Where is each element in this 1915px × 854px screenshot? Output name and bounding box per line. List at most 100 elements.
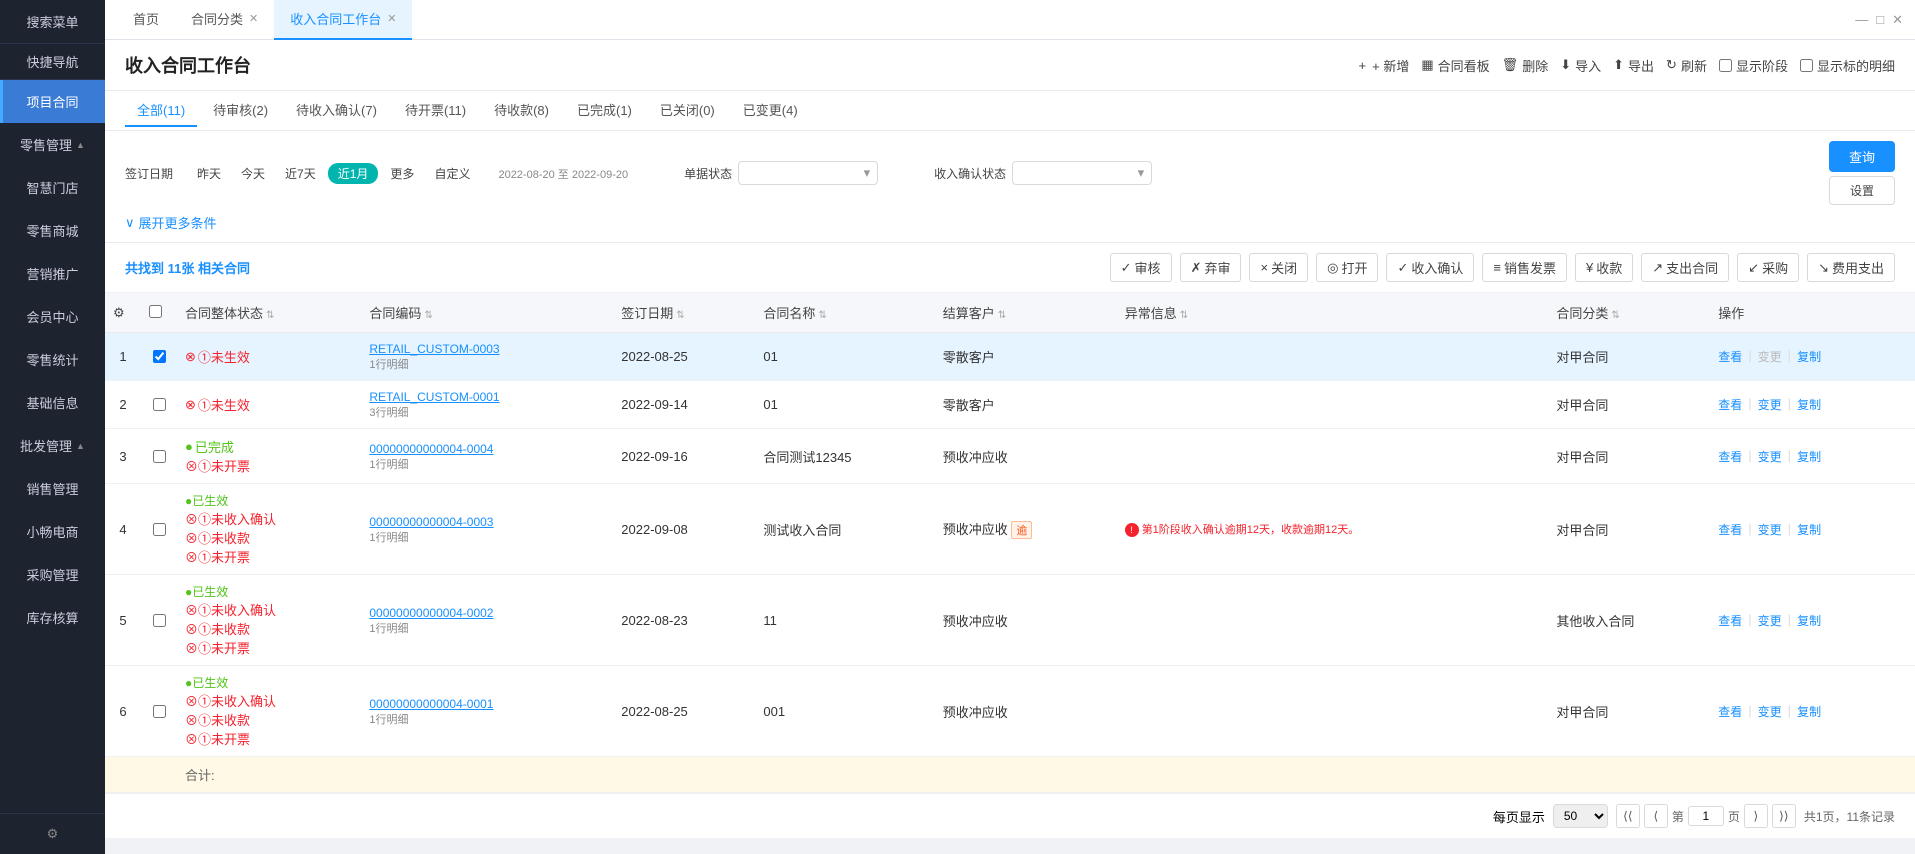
doc-status-select[interactable]	[738, 161, 878, 185]
tab-home[interactable]: 首页	[117, 0, 175, 40]
sub-tab-pending-invoice[interactable]: 待开票(11)	[393, 94, 478, 127]
sidebar-item-smart-store[interactable]: 智慧门店	[0, 166, 105, 209]
op-复制[interactable]: 复制	[1797, 396, 1821, 413]
col-customer[interactable]: 结算客户⇅	[935, 293, 1117, 333]
date-btn-last1month[interactable]: 近1月	[328, 163, 379, 184]
col-status[interactable]: 合同整体状态⇅	[177, 293, 361, 333]
op-复制[interactable]: 复制	[1797, 448, 1821, 465]
action-income-confirm[interactable]: ✓ 收入确认	[1386, 253, 1474, 282]
sidebar-search[interactable]: 搜索菜单	[0, 0, 105, 44]
contract-code-link[interactable]: 00000000000004-0001	[369, 697, 493, 711]
action-expense-contract[interactable]: ↗ 支出合同	[1641, 253, 1729, 282]
action-review[interactable]: ✓ 审核	[1110, 253, 1172, 282]
select-all-checkbox[interactable]	[149, 305, 162, 318]
set-button[interactable]: 设置	[1829, 176, 1895, 205]
op-查看[interactable]: 查看	[1718, 348, 1742, 365]
date-btn-today[interactable]: 今天	[233, 163, 273, 184]
action-expense-out[interactable]: ↘ 费用支出	[1807, 253, 1895, 282]
contract-code-link[interactable]: 00000000000004-0003	[369, 515, 493, 529]
sub-tab-closed[interactable]: 已关闭(0)	[648, 94, 727, 127]
delete-button[interactable]: 🗑 删除	[1502, 56, 1549, 75]
last-page-btn[interactable]: ⟩⟩	[1772, 804, 1796, 828]
close-btn[interactable]: ✕	[1892, 12, 1903, 28]
sidebar-item-marketing2[interactable]: 销售管理	[0, 467, 105, 510]
show-stage-checkbox[interactable]: 显示阶段	[1719, 56, 1788, 75]
col-abnormal[interactable]: 异常信息⇅	[1117, 293, 1549, 333]
new-button[interactable]: + + 新增	[1359, 56, 1410, 75]
op-查看[interactable]: 查看	[1718, 396, 1742, 413]
op-查看[interactable]: 查看	[1718, 703, 1742, 720]
sidebar-settings[interactable]: ⚙	[0, 813, 105, 854]
col-settings[interactable]: ⚙	[105, 293, 141, 333]
tab-close-income-workbench[interactable]: ✕	[387, 12, 396, 25]
action-close[interactable]: × 关闭	[1249, 253, 1308, 282]
contract-code-link[interactable]: RETAIL_CUSTOM-0001	[369, 390, 499, 404]
op-变更[interactable]: 变更	[1758, 703, 1782, 720]
sub-tab-pending-payment[interactable]: 待收款(8)	[482, 94, 561, 127]
contract-board-button[interactable]: ▦ 合同看板	[1421, 56, 1489, 75]
import-button[interactable]: ⬇ 导入	[1560, 56, 1601, 75]
tab-contract-cat[interactable]: 合同分类 ✕	[175, 0, 274, 40]
sidebar-item-purchase[interactable]: 库存核算	[0, 596, 105, 639]
sidebar-item-wholesale-mgmt[interactable]: 批发管理 ▲	[0, 424, 105, 467]
minimize-btn[interactable]: —	[1855, 12, 1868, 28]
action-sales-invoice[interactable]: ≡ 销售发票	[1482, 253, 1567, 282]
sub-tab-all[interactable]: 全部(11)	[125, 94, 197, 127]
date-btn-more[interactable]: 更多	[382, 163, 422, 184]
op-变更[interactable]: 变更	[1758, 448, 1782, 465]
page-size-select[interactable]: 50 10 20 100	[1553, 804, 1608, 828]
sub-tab-pending-review[interactable]: 待审核(2)	[201, 94, 280, 127]
show-detail-checkbox[interactable]: 显示标的明细	[1800, 56, 1895, 75]
action-open[interactable]: ◎ 打开	[1316, 253, 1378, 282]
op-查看[interactable]: 查看	[1718, 612, 1742, 629]
contract-code-link[interactable]: 00000000000004-0002	[369, 606, 493, 620]
sidebar-quicknav[interactable]: 快捷导航	[0, 44, 105, 80]
row-checkbox[interactable]	[153, 523, 166, 536]
row-checkbox[interactable]	[153, 350, 166, 363]
action-purchase[interactable]: ↙ 采购	[1737, 253, 1799, 282]
op-复制[interactable]: 复制	[1797, 703, 1821, 720]
op-复制[interactable]: 复制	[1797, 612, 1821, 629]
date-btn-yesterday[interactable]: 昨天	[189, 163, 229, 184]
sidebar-item-basic-info[interactable]: 基础信息	[0, 381, 105, 424]
sidebar-item-retail-mall[interactable]: 零售商城	[0, 209, 105, 252]
op-查看[interactable]: 查看	[1718, 521, 1742, 538]
sidebar-item-sales-mgmt[interactable]: 小畅电商	[0, 510, 105, 553]
op-变更[interactable]: 变更	[1758, 612, 1782, 629]
tab-income-workbench[interactable]: 收入合同工作台 ✕	[274, 0, 412, 40]
row-checkbox[interactable]	[153, 705, 166, 718]
col-sign-date[interactable]: 签订日期⇅	[613, 293, 755, 333]
op-复制[interactable]: 复制	[1797, 521, 1821, 538]
prev-page-btn[interactable]: ⟨	[1644, 804, 1668, 828]
col-category[interactable]: 合同分类⇅	[1548, 293, 1710, 333]
sub-tab-pending-confirm[interactable]: 待收入确认(7)	[284, 94, 389, 127]
sidebar-item-inventory[interactable]	[0, 639, 105, 663]
income-confirm-select[interactable]	[1012, 161, 1152, 185]
maximize-btn[interactable]: □	[1876, 12, 1884, 28]
sidebar-item-project[interactable]: 项目合同	[0, 80, 105, 123]
sidebar-item-retail-stats[interactable]: 零售统计	[0, 338, 105, 381]
contract-code-link[interactable]: 00000000000004-0004	[369, 442, 493, 456]
op-复制[interactable]: 复制	[1797, 348, 1821, 365]
row-checkbox[interactable]	[153, 450, 166, 463]
col-code[interactable]: 合同编码⇅	[361, 293, 613, 333]
op-变更[interactable]: 变更	[1758, 396, 1782, 413]
sidebar-item-member[interactable]: 会员中心	[0, 295, 105, 338]
sidebar-item-ecommerce[interactable]: 采购管理	[0, 553, 105, 596]
contract-code-link[interactable]: RETAIL_CUSTOM-0003	[369, 342, 499, 356]
row-checkbox[interactable]	[153, 614, 166, 627]
page-input[interactable]	[1688, 806, 1724, 826]
date-btn-last7[interactable]: 近7天	[277, 163, 324, 184]
op-查看[interactable]: 查看	[1718, 448, 1742, 465]
sidebar-item-retail-mgmt[interactable]: 零售管理 ▲	[0, 123, 105, 166]
row-checkbox[interactable]	[153, 398, 166, 411]
sidebar-item-marketing[interactable]: 营销推广	[0, 252, 105, 295]
action-abandon[interactable]: ✗ 弃审	[1180, 253, 1242, 282]
action-collect[interactable]: ¥ 收款	[1575, 253, 1633, 282]
first-page-btn[interactable]: ⟨⟨	[1616, 804, 1640, 828]
col-name[interactable]: 合同名称⇅	[755, 293, 934, 333]
sub-tab-changed[interactable]: 已变更(4)	[731, 94, 810, 127]
date-btn-custom[interactable]: 自定义	[426, 163, 478, 184]
export-button[interactable]: ⬆ 导出	[1613, 56, 1654, 75]
sub-tab-completed[interactable]: 已完成(1)	[565, 94, 644, 127]
